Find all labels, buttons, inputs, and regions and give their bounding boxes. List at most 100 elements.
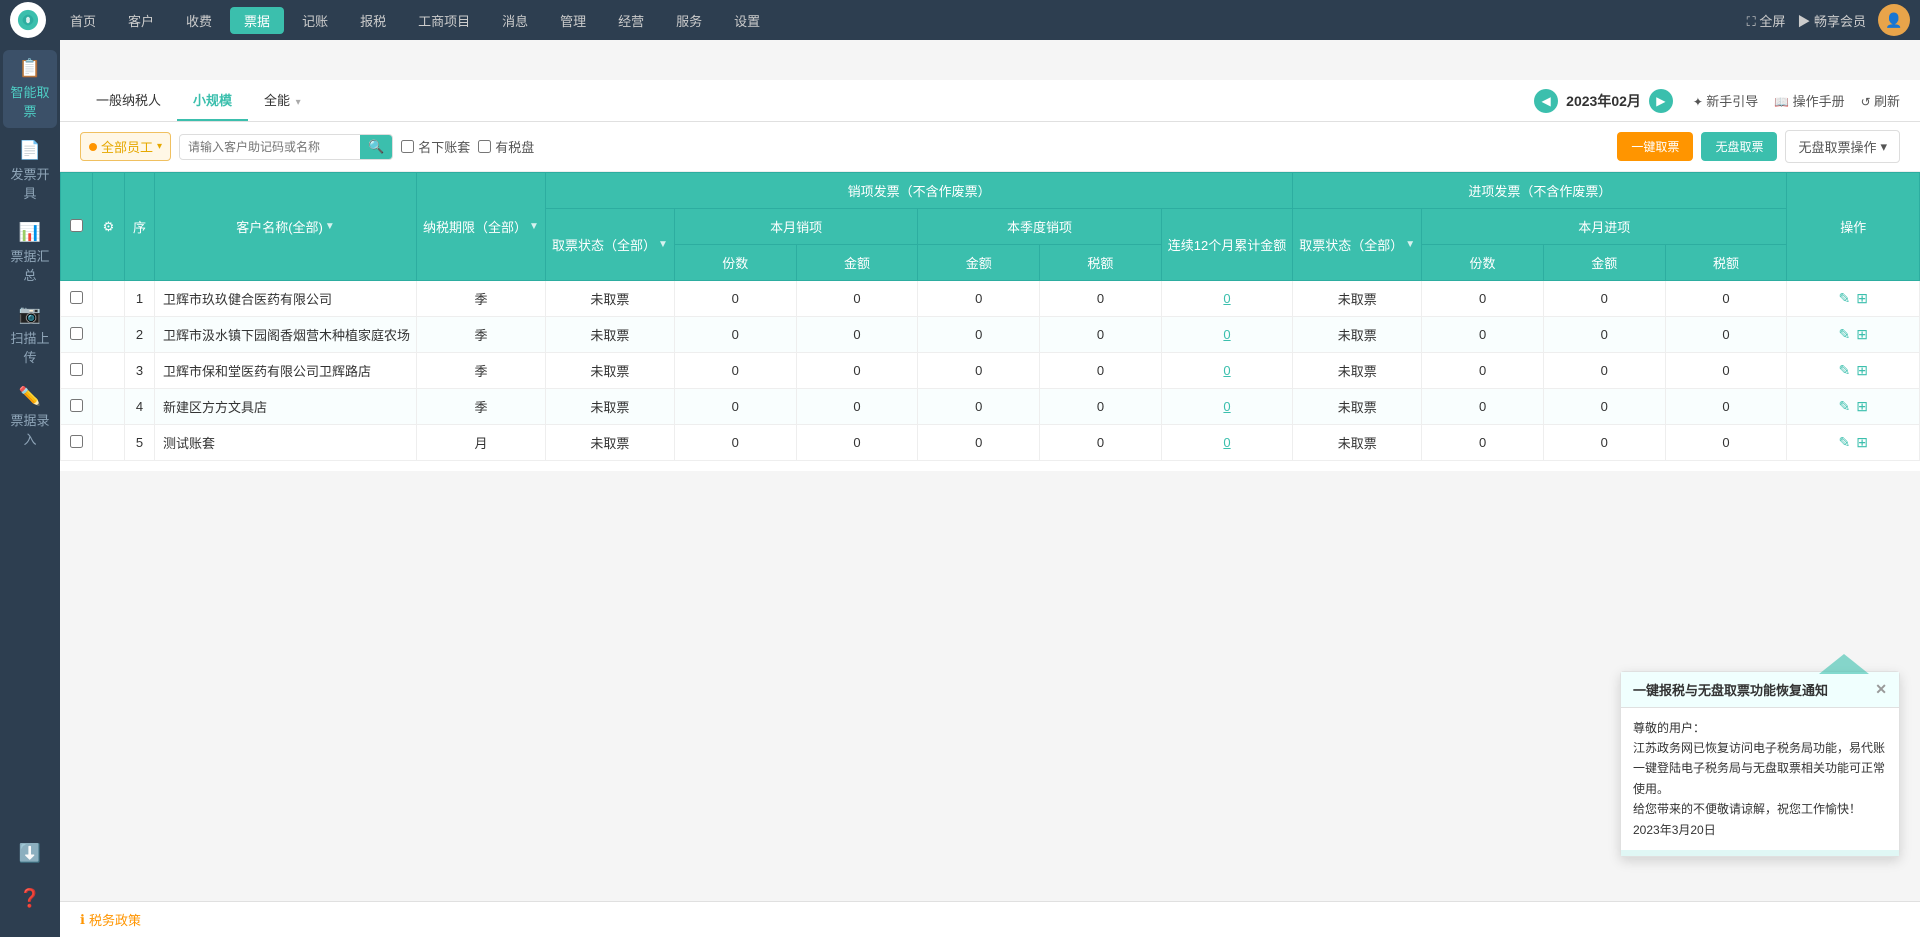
nav-items: 首页 客户 收费 票据 记账 报税 工商项目 消息 管理 经营 服务 设置 <box>56 7 1747 34</box>
row-s-12month-0[interactable]: 0 <box>1161 281 1292 317</box>
row-actions-0: ✎ ⊞ <box>1787 281 1920 317</box>
help-icon: ❓ <box>19 888 41 909</box>
next-month-btn[interactable]: ▶ <box>1649 89 1673 113</box>
tax-policy-link[interactable]: ℹ 税务政策 <box>80 910 141 929</box>
nav-tax[interactable]: 报税 <box>346 7 400 34</box>
sales-status-filter[interactable]: ▼ <box>658 239 668 250</box>
edit-icon-1[interactable]: ✎ <box>1838 326 1850 343</box>
search-input[interactable] <box>180 136 360 158</box>
sidebar-item-label: 票据汇总 <box>7 246 53 284</box>
row-customer-0[interactable]: 卫辉市玖玖健合医药有限公司 <box>155 281 417 317</box>
nav-invoice[interactable]: 票据 <box>230 7 284 34</box>
sidebar-item-summary[interactable]: 📊 票据汇总 <box>3 214 57 292</box>
onekey-fetch-btn[interactable]: 一键取票 <box>1617 132 1693 161</box>
edit-icon-2[interactable]: ✎ <box>1838 362 1850 379</box>
row-p-month-shares-3: 0 <box>1422 389 1544 425</box>
row-select-0[interactable] <box>70 291 83 304</box>
row-customer-1[interactable]: 卫辉市汲水镇下园阁香烟营木种植家庭农场 <box>155 317 417 353</box>
checkbox-own-account[interactable]: 名下账套 <box>401 137 470 156</box>
th-p-month-amount: 金额 <box>1543 245 1665 281</box>
detail-icon-2[interactable]: ⊞ <box>1856 362 1868 379</box>
customer-filter-icon[interactable]: ▼ <box>325 221 335 232</box>
nav-fees[interactable]: 收费 <box>172 7 226 34</box>
row-p-month-amount-2: 0 <box>1543 353 1665 389</box>
row-s-month-amount-2: 0 <box>796 353 918 389</box>
purchase-status-filter[interactable]: ▼ <box>1405 239 1415 250</box>
tab-general-taxpayer[interactable]: 一般纳税人 <box>80 80 177 121</box>
sidebar-item-smart-invoice[interactable]: 📋 智能取票 <box>3 50 57 128</box>
nav-settings[interactable]: 设置 <box>720 7 774 34</box>
tab-all[interactable]: 全能 ▾ <box>248 80 317 121</box>
checkbox-tax-disk[interactable]: 有税盘 <box>478 137 534 156</box>
row-p-month-tax-4: 0 <box>1665 425 1787 461</box>
sidebar-download[interactable]: ⬇️ <box>3 835 57 872</box>
prev-month-btn[interactable]: ◀ <box>1534 89 1558 113</box>
row-p-month-shares-2: 0 <box>1422 353 1544 389</box>
notification-close-btn[interactable]: ✕ <box>1875 681 1887 698</box>
member-btn[interactable]: ▶ 畅享会员 <box>1797 11 1866 30</box>
refresh-btn[interactable]: ↺ 刷新 <box>1861 91 1900 110</box>
nodisk-ops-label: 无盘取票操作 <box>1798 137 1876 156</box>
manual-btn[interactable]: 📖 操作手册 <box>1774 91 1844 110</box>
edit-icon-0[interactable]: ✎ <box>1838 290 1850 307</box>
row-s-12month-4[interactable]: 0 <box>1161 425 1292 461</box>
th-no: 序 <box>125 173 155 281</box>
nav-message[interactable]: 消息 <box>488 7 542 34</box>
edit-icon-3[interactable]: ✎ <box>1838 398 1850 415</box>
search-btn[interactable]: 🔍 <box>360 135 392 159</box>
detail-icon-3[interactable]: ⊞ <box>1856 398 1868 415</box>
nav-business[interactable]: 工商项目 <box>404 7 484 34</box>
row-select-3[interactable] <box>70 399 83 412</box>
row-s-month-amount-0: 0 <box>796 281 918 317</box>
logo[interactable] <box>10 2 46 38</box>
row-p-month-tax-0: 0 <box>1665 281 1787 317</box>
settings-icon[interactable]: ⚙ <box>103 219 115 234</box>
detail-icon-4[interactable]: ⊞ <box>1856 434 1868 451</box>
row-select-1[interactable] <box>70 327 83 340</box>
info-icon: ℹ <box>80 912 85 928</box>
checkbox-tax-disk-input[interactable] <box>478 140 491 153</box>
row-customer-2[interactable]: 卫辉市保和堂医药有限公司卫辉路店 <box>155 353 417 389</box>
row-actions-3: ✎ ⊞ <box>1787 389 1920 425</box>
row-s-quarter-tax-2: 0 <box>1040 353 1162 389</box>
row-customer-3[interactable]: 新建区方方文具店 <box>155 389 417 425</box>
nav-manage[interactable]: 管理 <box>546 7 600 34</box>
sidebar-item-scan[interactable]: 📷 扫描上传 <box>3 296 57 374</box>
row-empty-0 <box>93 281 125 317</box>
nav-operation[interactable]: 经营 <box>604 7 658 34</box>
row-p-status-0: 未取票 <box>1293 281 1422 317</box>
nav-service[interactable]: 服务 <box>662 7 716 34</box>
download-icon: ⬇️ <box>19 843 41 864</box>
tab-small-scale[interactable]: 小规模 <box>177 80 248 121</box>
checkbox-own-account-input[interactable] <box>401 140 414 153</box>
th-customer: 客户名称(全部) ▼ <box>155 173 417 281</box>
row-select-2[interactable] <box>70 363 83 376</box>
detail-icon-1[interactable]: ⊞ <box>1856 326 1868 343</box>
tax-period-filter-icon[interactable]: ▼ <box>529 221 539 232</box>
row-p-month-tax-1: 0 <box>1665 317 1787 353</box>
row-select-4[interactable] <box>70 435 83 448</box>
detail-icon-0[interactable]: ⊞ <box>1856 290 1868 307</box>
notification-body: 尊敬的用户： 江苏政务网已恢复访问电子税务局功能，易代账一键登陆电子税务局与无盘… <box>1621 708 1899 850</box>
row-s-12month-3[interactable]: 0 <box>1161 389 1292 425</box>
select-all-checkbox[interactable] <box>70 219 83 232</box>
new-guide-btn[interactable]: ✦ 新手引导 <box>1693 91 1758 110</box>
employee-filter[interactable]: 全部员工 ▾ <box>80 132 171 161</box>
row-customer-4[interactable]: 测试账套 <box>155 425 417 461</box>
nav-accounting[interactable]: 记账 <box>288 7 342 34</box>
fullscreen-btn[interactable]: ⛶ 全屏 <box>1747 11 1786 30</box>
row-s-month-shares-2: 0 <box>674 353 796 389</box>
sidebar-item-issue[interactable]: 📄 发票开具 <box>3 132 57 210</box>
sidebar-item-entry[interactable]: ✏️ 票据录入 <box>3 378 57 456</box>
row-s-quarter-amount-0: 0 <box>918 281 1040 317</box>
checkbox-own-account-label: 名下账套 <box>418 137 470 156</box>
user-avatar[interactable]: 👤 <box>1878 4 1910 36</box>
edit-icon-4[interactable]: ✎ <box>1838 434 1850 451</box>
nodisk-ops-btn[interactable]: 无盘取票操作 ▾ <box>1785 130 1900 163</box>
nav-customer[interactable]: 客户 <box>114 7 168 34</box>
sidebar-help[interactable]: ❓ <box>3 880 57 917</box>
row-s-12month-1[interactable]: 0 <box>1161 317 1292 353</box>
nodisk-fetch-btn[interactable]: 无盘取票 <box>1701 132 1777 161</box>
row-s-12month-2[interactable]: 0 <box>1161 353 1292 389</box>
nav-home[interactable]: 首页 <box>56 7 110 34</box>
